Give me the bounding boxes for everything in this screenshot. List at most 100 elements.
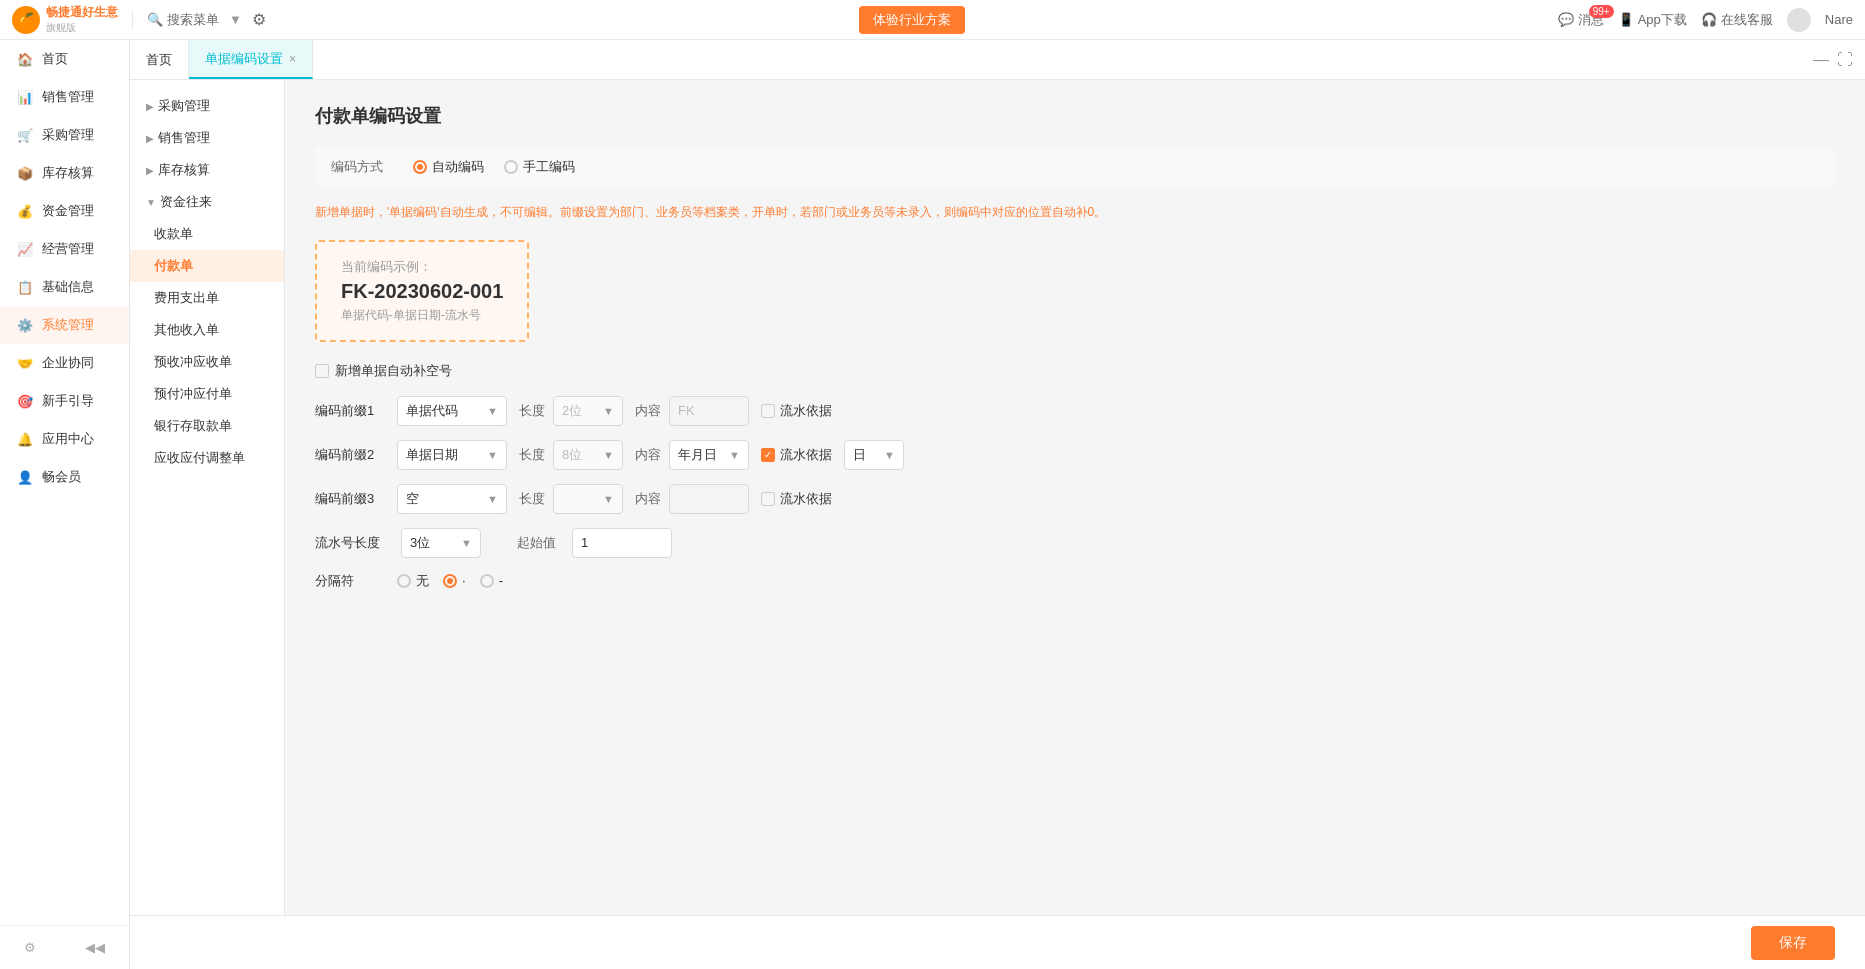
tree-item-expense-bill[interactable]: 费用支出单 (130, 282, 284, 314)
sep-none-dot (397, 574, 411, 588)
serial-length-select[interactable]: 3位 ▼ (401, 528, 481, 558)
settings-icon[interactable]: ⚙ (252, 10, 266, 29)
length2-label: 长度 (519, 446, 545, 464)
tree-item-sales-mgmt[interactable]: ▶ 销售管理 (130, 122, 284, 154)
tree-item-funds-incoming[interactable]: ▼ 资金往来 (130, 186, 284, 218)
manual-encoding-option[interactable]: 手工编码 (504, 158, 575, 176)
prefix1-label: 编码前缀1 (315, 402, 385, 420)
inventory-icon: 📦 (16, 164, 34, 182)
sep-dash-dot (480, 574, 494, 588)
sidebar-item-sales[interactable]: 📊 销售管理 (0, 78, 129, 116)
sep-dot-dot (443, 574, 457, 588)
sidebar: 🏠 首页 📊 销售管理 🛒 采购管理 📦 库存核算 💰 资金管理 📈 经营管理 … (0, 40, 130, 969)
arrow-icon: ▶ (146, 165, 154, 176)
footer-bar: 保存 (130, 915, 1865, 969)
sidebar-item-member[interactable]: 👤 畅会员 (0, 458, 129, 496)
sidebar-item-purchase[interactable]: 🛒 采购管理 (0, 116, 129, 154)
length3-select[interactable]: ▼ (553, 484, 623, 514)
length2-group: 长度 8位 ▼ (519, 440, 623, 470)
tree-item-prepay-pay[interactable]: 预付冲应付单 (130, 378, 284, 410)
start-value-input[interactable] (572, 528, 672, 558)
tab-minimize-icon[interactable]: — (1813, 51, 1829, 69)
serial1-checkbox[interactable]: 流水依据 (761, 402, 832, 420)
apps-icon: 🔔 (16, 430, 34, 448)
tree-item-purchase-mgmt[interactable]: ▶ 采购管理 (130, 90, 284, 122)
enterprise-icon: 🤝 (16, 354, 34, 372)
info-text: 新增单据时，'单据编码'自动生成，不可编辑。前缀设置为部门、业务员等档案类，开单… (315, 202, 1835, 224)
sep-none-option[interactable]: 无 (397, 572, 429, 590)
start-value-label: 起始值 (517, 534, 556, 552)
prefix3-select[interactable]: 空 ▼ (397, 484, 507, 514)
code-preview-sub: 单据代码-单据日期-流水号 (341, 307, 503, 324)
save-button[interactable]: 保存 (1751, 926, 1835, 960)
tree-item-payable-adjust[interactable]: 应收应付调整单 (130, 442, 284, 474)
auto-fill-checkbox[interactable]: 新增单据自动补空号 (315, 362, 1835, 380)
trial-button[interactable]: 体验行业方案 (859, 6, 965, 34)
tree-item-bank-deposit[interactable]: 银行存取款单 (130, 410, 284, 442)
tab-home[interactable]: 首页 (130, 40, 189, 79)
sidebar-collapse-icon[interactable]: ◀◀ (81, 936, 109, 959)
content2-select[interactable]: 年月日 ▼ (669, 440, 749, 470)
tree-item-receipt-bill[interactable]: 收款单 (130, 218, 284, 250)
search-icon: 🔍 (147, 12, 163, 27)
user-avatar[interactable] (1787, 8, 1811, 32)
content2-label: 内容 (635, 446, 661, 464)
topbar: 🍊 畅捷通好生意 旗舰版 🔍 搜索菜单 ▼ ⚙ 体验行业方案 💬 消息 99+ … (0, 0, 1865, 40)
serial2-checkbox[interactable]: ✓ 流水依据 (761, 446, 832, 464)
serial2-select[interactable]: 日 ▼ (844, 440, 904, 470)
sep-dot-option[interactable]: · (443, 573, 466, 588)
sidebar-item-apps[interactable]: 🔔 应用中心 (0, 420, 129, 458)
code-preview-label: 当前编码示例： (341, 258, 503, 276)
encoding-mode-group: 编码方式 自动编码 手工编码 (315, 148, 1835, 186)
arrow-icon: ▶ (146, 101, 154, 112)
manual-radio-dot (504, 160, 518, 174)
service-item[interactable]: 🎧 在线客服 (1701, 11, 1773, 29)
tab-close-icon[interactable]: × (289, 52, 296, 66)
search-menu[interactable]: 🔍 搜索菜单 (147, 11, 219, 29)
prefix1-select[interactable]: 单据代码 ▼ (397, 396, 507, 426)
tree-item-inventory-calc[interactable]: ▶ 库存核算 (130, 154, 284, 186)
prefix1-arrow-icon: ▼ (487, 405, 498, 417)
tab-settings[interactable]: 单据编码设置 × (189, 40, 313, 79)
auto-encoding-option[interactable]: 自动编码 (413, 158, 484, 176)
tab-maximize-icon[interactable]: ⛶ (1837, 51, 1853, 69)
sep-dash-option[interactable]: - (480, 573, 503, 588)
message-item[interactable]: 💬 消息 99+ (1558, 11, 1604, 29)
main-layout: 🏠 首页 📊 销售管理 🛒 采购管理 📦 库存核算 💰 资金管理 📈 经营管理 … (0, 40, 1865, 969)
serial2-checkbox-box: ✓ (761, 448, 775, 462)
content2-arrow-icon: ▼ (729, 449, 740, 461)
app-download-item[interactable]: 📱 App下载 (1618, 11, 1687, 29)
serial2-arrow-icon: ▼ (884, 449, 895, 461)
logo-text: 畅捷通好生意 旗舰版 (46, 4, 118, 35)
sidebar-item-inventory[interactable]: 📦 库存核算 (0, 154, 129, 192)
logo-icon: 🍊 (12, 6, 40, 34)
content3-group: 内容 (635, 484, 749, 514)
length3-group: 长度 ▼ (519, 484, 623, 514)
sidebar-item-finance[interactable]: 💰 资金管理 (0, 192, 129, 230)
finance-icon: 💰 (16, 202, 34, 220)
sidebar-item-operations[interactable]: 📈 经营管理 (0, 230, 129, 268)
dropdown-arrow-icon[interactable]: ▼ (229, 12, 242, 27)
sidebar-item-enterprise[interactable]: 🤝 企业协同 (0, 344, 129, 382)
tree-item-other-income[interactable]: 其他收入单 (130, 314, 284, 346)
sidebar-settings-icon[interactable]: ⚙ (20, 936, 40, 959)
sidebar-item-newguide[interactable]: 🎯 新手引导 (0, 382, 129, 420)
sidebar-item-system[interactable]: ⚙️ 系统管理 (0, 306, 129, 344)
length1-select[interactable]: 2位 ▼ (553, 396, 623, 426)
auto-radio-dot (413, 160, 427, 174)
purchase-icon: 🛒 (16, 126, 34, 144)
sidebar-item-basic[interactable]: 📋 基础信息 (0, 268, 129, 306)
prefix2-select[interactable]: 单据日期 ▼ (397, 440, 507, 470)
tree-item-prepay-receive[interactable]: 预收冲应收单 (130, 346, 284, 378)
length1-arrow-icon: ▼ (603, 405, 614, 417)
sidebar-item-home[interactable]: 🏠 首页 (0, 40, 129, 78)
basic-icon: 📋 (16, 278, 34, 296)
content1-label: 内容 (635, 402, 661, 420)
prefix1-row: 编码前缀1 单据代码 ▼ 长度 2位 ▼ 内容 FK (315, 396, 1835, 426)
prefix2-arrow-icon: ▼ (487, 449, 498, 461)
content1-group: 内容 FK (635, 396, 749, 426)
serial3-checkbox[interactable]: 流水依据 (761, 490, 832, 508)
length2-select[interactable]: 8位 ▼ (553, 440, 623, 470)
tree-item-payment-bill[interactable]: 付款单 (130, 250, 284, 282)
length2-arrow-icon: ▼ (603, 449, 614, 461)
